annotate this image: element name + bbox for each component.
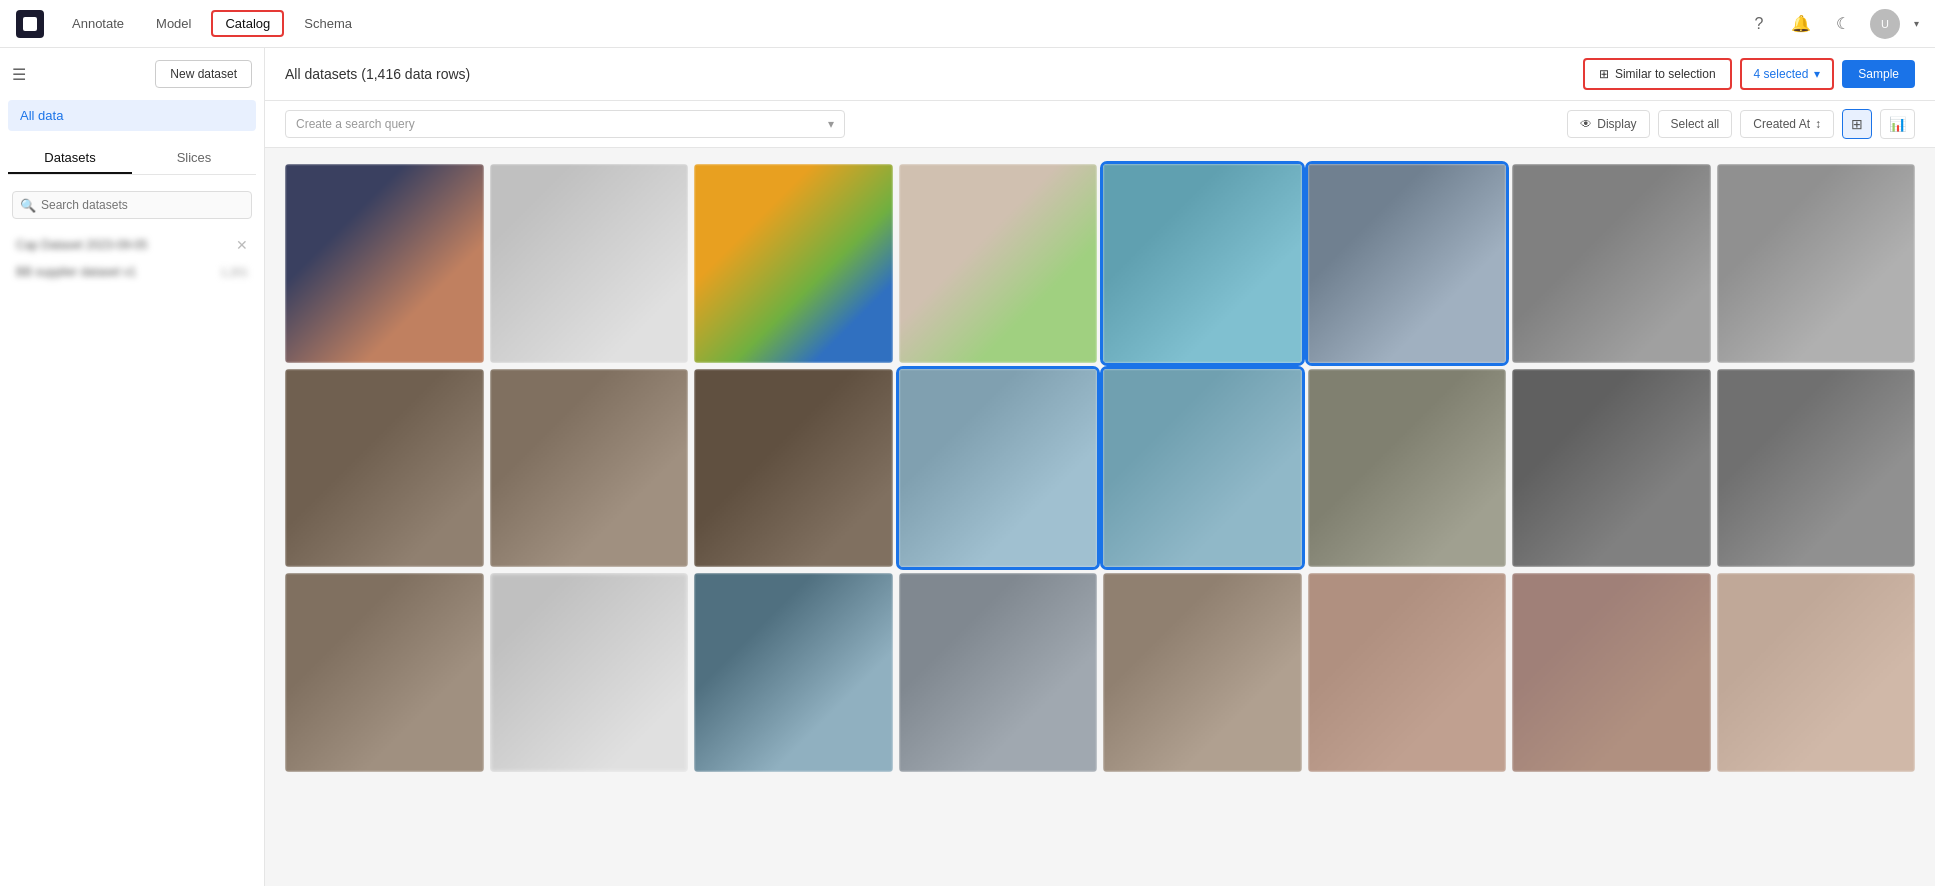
table-row[interactable]: [1103, 369, 1302, 568]
nav-annotate[interactable]: Annotate: [60, 12, 136, 35]
content-header: All datasets (1,416 data rows) ⊞ Similar…: [265, 48, 1935, 101]
selected-dropdown-button[interactable]: 4 selected ▾: [1740, 58, 1835, 90]
display-button[interactable]: 👁 Display: [1567, 110, 1649, 138]
table-row[interactable]: [899, 573, 1098, 772]
table-row[interactable]: [899, 164, 1098, 363]
table-row[interactable]: [490, 164, 689, 363]
table-row[interactable]: [1103, 164, 1302, 363]
search-query-input[interactable]: Create a search query ▾: [285, 110, 845, 138]
similar-to-selection-button[interactable]: ⊞ Similar to selection: [1583, 58, 1732, 90]
created-at-label: Created At: [1753, 117, 1810, 131]
table-row[interactable]: [1512, 369, 1711, 568]
help-icon[interactable]: ?: [1744, 9, 1774, 39]
nav-catalog[interactable]: Catalog: [211, 10, 284, 37]
tab-datasets[interactable]: Datasets: [8, 143, 132, 174]
table-row[interactable]: [1512, 164, 1711, 363]
dataset-list: Cap Dataset 2023-09-05 ✕ BB supplier dat…: [0, 227, 264, 874]
table-row[interactable]: [490, 369, 689, 568]
main-content: All datasets (1,416 data rows) ⊞ Similar…: [265, 48, 1935, 886]
table-row[interactable]: [285, 369, 484, 568]
sidebar-top: ☰ New dataset: [0, 60, 264, 96]
image-grid-wrap: [265, 148, 1935, 886]
dataset-count: 1,201: [220, 266, 248, 278]
display-label: Display: [1597, 117, 1636, 131]
new-dataset-button[interactable]: New dataset: [155, 60, 252, 88]
topnav-actions: ? 🔔 ☾ U ▾: [1744, 9, 1919, 39]
similar-icon: ⊞: [1599, 67, 1609, 81]
sidebar-tabs: Datasets Slices: [8, 143, 256, 175]
dataset-search-wrap: 🔍: [0, 183, 264, 227]
eye-icon: 👁: [1580, 117, 1592, 131]
table-row[interactable]: [694, 369, 893, 568]
table-row[interactable]: [1308, 573, 1507, 772]
table-row[interactable]: [285, 573, 484, 772]
page-title: All datasets (1,416 data rows): [285, 66, 470, 82]
similar-to-selection-label: Similar to selection: [1615, 67, 1716, 81]
filter-bar: Create a search query ▾ 👁 Display Select…: [265, 101, 1935, 148]
table-row[interactable]: [285, 164, 484, 363]
table-row[interactable]: [1103, 573, 1302, 772]
menu-icon[interactable]: ☰: [12, 65, 26, 84]
dropdown-arrow-icon: ▾: [828, 117, 834, 131]
table-row[interactable]: [490, 573, 689, 772]
created-at-button[interactable]: Created At ↕: [1740, 110, 1834, 138]
dataset-action-icon[interactable]: ✕: [236, 237, 248, 253]
header-actions: ⊞ Similar to selection 4 selected ▾ Samp…: [1583, 58, 1915, 90]
notifications-icon[interactable]: 🔔: [1786, 9, 1816, 39]
selected-count-label: 4 selected: [1754, 67, 1809, 81]
avatar-caret[interactable]: ▾: [1914, 18, 1919, 29]
tab-slices[interactable]: Slices: [132, 143, 256, 174]
list-item[interactable]: Cap Dataset 2023-09-05 ✕: [0, 231, 264, 259]
sort-icon: ↕: [1815, 117, 1821, 131]
table-row[interactable]: [1308, 369, 1507, 568]
search-datasets-input[interactable]: [12, 191, 252, 219]
avatar[interactable]: U: [1870, 9, 1900, 39]
table-row[interactable]: [1308, 164, 1507, 363]
table-row[interactable]: [694, 573, 893, 772]
table-row[interactable]: [1717, 369, 1916, 568]
grid-view-button[interactable]: ⊞: [1842, 109, 1872, 139]
list-item[interactable]: BB supplier dataset v1 1,201: [0, 259, 264, 285]
main-layout: ☰ New dataset All data Datasets Slices 🔍…: [0, 48, 1935, 886]
chevron-down-icon: ▾: [1814, 67, 1820, 81]
table-row[interactable]: [1512, 573, 1711, 772]
all-data-item[interactable]: All data: [8, 100, 256, 131]
sidebar-all-data-section: All data: [0, 96, 264, 135]
table-row[interactable]: [899, 369, 1098, 568]
settings-icon[interactable]: ☾: [1828, 9, 1858, 39]
sample-button[interactable]: Sample: [1842, 60, 1915, 88]
nav-model[interactable]: Model: [144, 12, 203, 35]
select-all-button[interactable]: Select all: [1658, 110, 1733, 138]
image-grid: [285, 164, 1915, 772]
top-navigation: Annotate Model Catalog Schema ? 🔔 ☾ U ▾: [0, 0, 1935, 48]
table-row[interactable]: [1717, 164, 1916, 363]
search-query-placeholder: Create a search query: [296, 117, 415, 131]
nav-schema[interactable]: Schema: [292, 12, 364, 35]
sidebar: ☰ New dataset All data Datasets Slices 🔍…: [0, 48, 265, 886]
dataset-name: Cap Dataset 2023-09-05: [16, 238, 232, 252]
chart-view-button[interactable]: 📊: [1880, 109, 1915, 139]
table-row[interactable]: [694, 164, 893, 363]
app-logo[interactable]: [16, 10, 44, 38]
table-row[interactable]: [1717, 573, 1916, 772]
dataset-name: BB supplier dataset v1: [16, 265, 212, 279]
search-icon: 🔍: [20, 198, 36, 213]
